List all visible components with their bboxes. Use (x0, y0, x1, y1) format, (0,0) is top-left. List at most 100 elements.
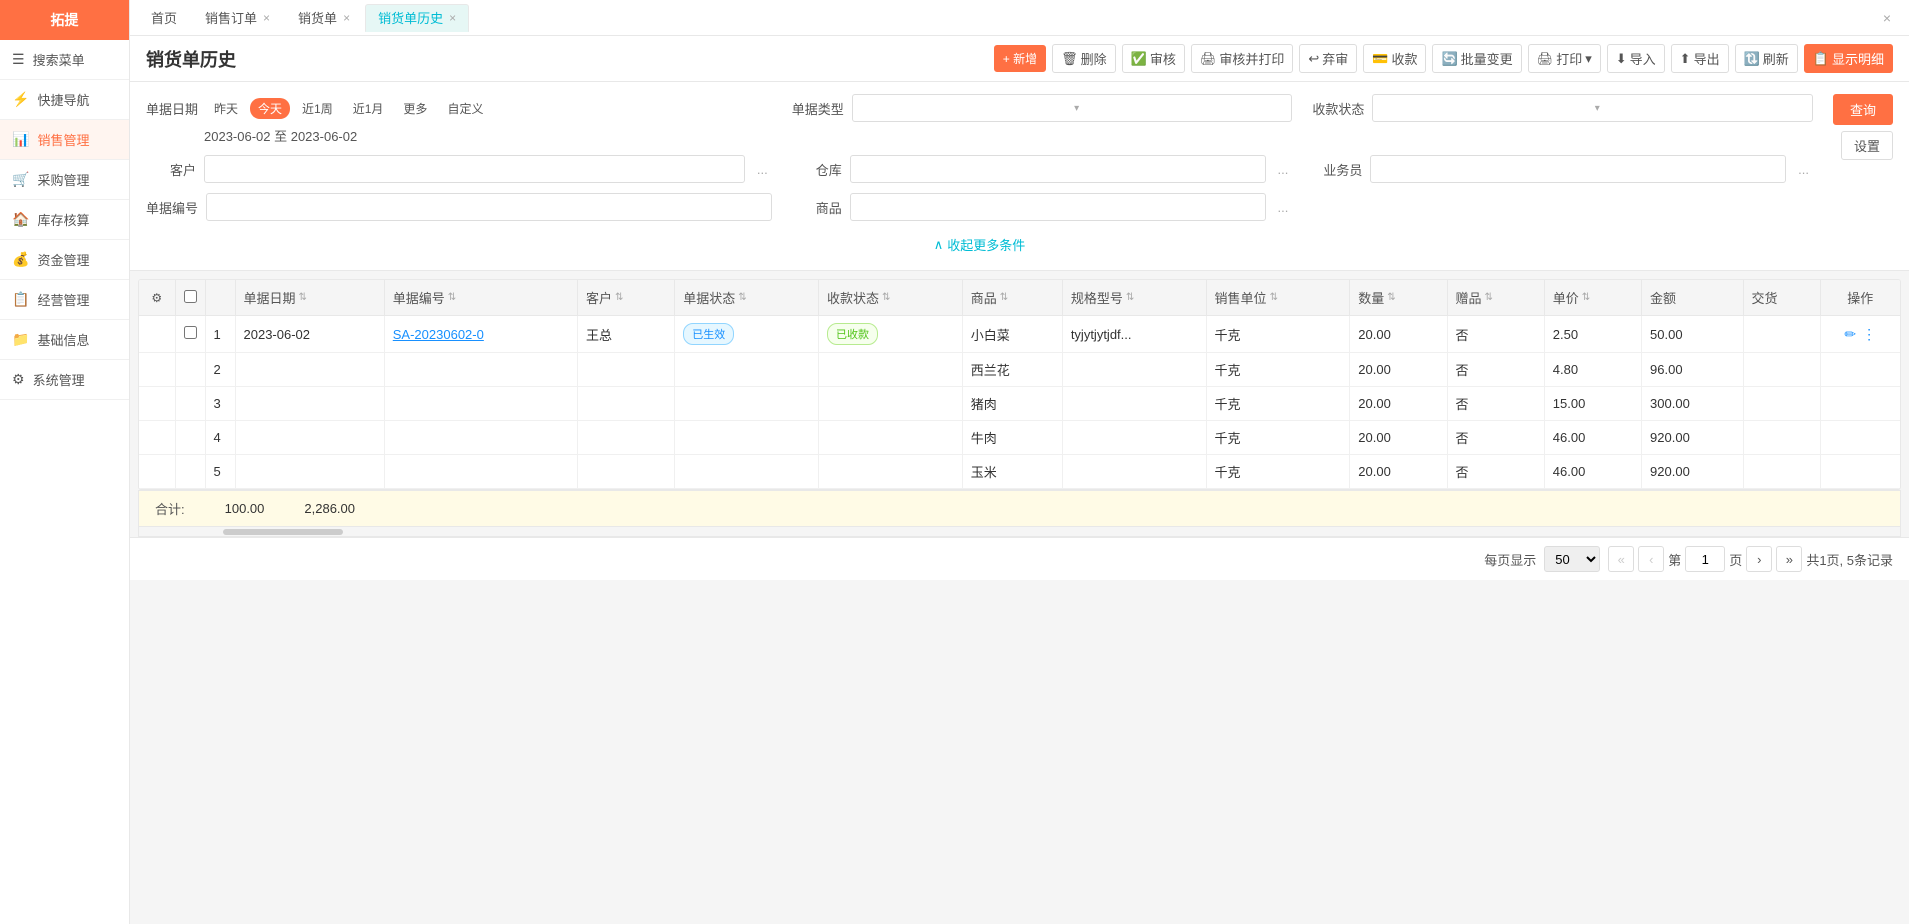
sidebar-item-quick-nav[interactable]: ⚡ 快捷导航 (0, 80, 129, 120)
sidebar-item-inventory[interactable]: 🏠 库存核算 (0, 200, 129, 240)
th-customer[interactable]: 客户 ⇅ (577, 280, 674, 316)
tab-close-all[interactable]: × (1883, 10, 1901, 26)
export-button[interactable]: ⬆ 导出 (1671, 44, 1729, 73)
table-header-row: ⚙ 单据日期 ⇅ 单据编号 ⇅ (139, 280, 1900, 316)
th-gift[interactable]: 赠品 ⇅ (1447, 280, 1544, 316)
td-gift-2: 否 (1447, 353, 1544, 387)
approve-print-button[interactable]: 🖨 审核并打印 (1191, 44, 1294, 73)
td-qty-5: 20.00 (1350, 455, 1447, 489)
page-first-button[interactable]: « (1608, 546, 1634, 572)
tab-sales-goods-close[interactable]: × (343, 11, 350, 25)
select-all-checkbox[interactable] (184, 290, 197, 303)
warehouse-input[interactable] (850, 155, 1266, 183)
sidebar-item-finance-mgmt[interactable]: 💰 资金管理 (0, 240, 129, 280)
batch-change-button[interactable]: 🔄 批量变更 (1432, 44, 1521, 73)
td-goods-5: 玉米 (962, 455, 1062, 489)
th-doc-date[interactable]: 单据日期 ⇅ (235, 280, 384, 316)
doc-no-link-1[interactable]: SA-20230602-0 (393, 327, 484, 342)
goods-input[interactable] (850, 193, 1266, 221)
sidebar-item-purchase-mgmt[interactable]: 🛒 采购管理 (0, 160, 129, 200)
tab-sales-order[interactable]: 销售订单 × (192, 4, 283, 32)
sidebar-item-basic-info[interactable]: 📁 基础信息 (0, 320, 129, 360)
customer-sort-icon: ⇅ (615, 292, 623, 303)
goods-dots-button[interactable]: ... (1274, 200, 1293, 215)
doc-type-dropdown[interactable]: ▾ (852, 94, 1293, 122)
sidebar-item-label: 库存核算 (37, 210, 89, 229)
delete-button[interactable]: 🗑 删除 (1052, 44, 1116, 73)
th-qty[interactable]: 数量 ⇅ (1350, 280, 1447, 316)
th-pay-status[interactable]: 收款状态 ⇅ (818, 280, 962, 316)
td-transaction-1 (1743, 316, 1820, 353)
th-gear[interactable]: ⚙ (139, 280, 175, 316)
date-yesterday[interactable]: 昨天 (206, 98, 246, 119)
date-today[interactable]: 今天 (250, 98, 290, 119)
page-prev-button[interactable]: ‹ (1638, 546, 1664, 572)
td-qty-1: 20.00 (1350, 316, 1447, 353)
th-action-label: 操作 (1847, 291, 1873, 306)
table-row: 3 猪肉 千克 20.00 否 15.00 300.00 (139, 387, 1900, 421)
pay-status-badge-1: 已收款 (827, 323, 878, 345)
import-button[interactable]: ⬇ 导入 (1607, 44, 1665, 73)
td-doc-no-1[interactable]: SA-20230602-0 (384, 316, 577, 353)
th-unit-price[interactable]: 单价 ⇅ (1544, 280, 1641, 316)
refresh-button[interactable]: 🔃 刷新 (1735, 44, 1798, 73)
th-spec[interactable]: 规格型号 ⇅ (1062, 280, 1206, 316)
th-goods[interactable]: 商品 ⇅ (962, 280, 1062, 316)
sidebar-item-biz-mgmt[interactable]: 📋 经营管理 (0, 280, 129, 320)
pay-status-dropdown[interactable]: ▾ (1372, 94, 1813, 122)
page-last-button[interactable]: » (1776, 546, 1802, 572)
scrollbar-thumb[interactable] (223, 529, 343, 535)
td-check-1[interactable] (175, 316, 205, 353)
print-button[interactable]: 🖨 打印 ▾ (1528, 44, 1601, 73)
th-unit[interactable]: 销售单位 ⇅ (1206, 280, 1350, 316)
sidebar-item-sales-mgmt[interactable]: 📊 销售管理 (0, 120, 129, 160)
td-unit-4: 千克 (1206, 421, 1350, 455)
finance-mgmt-icon: 💰 (12, 251, 29, 268)
abandon-button[interactable]: ↩ 弃审 (1299, 44, 1357, 73)
salesperson-input[interactable] (1370, 155, 1786, 183)
pay-status-arrow-icon: ▾ (1595, 103, 1804, 114)
collapse-filters-button[interactable]: ∧ 收起更多条件 (146, 231, 1813, 258)
td-action-2 (1820, 353, 1900, 387)
customer-dots-button[interactable]: ... (753, 162, 772, 177)
td-qty-2: 20.00 (1350, 353, 1447, 387)
sidebar-item-sys-mgmt[interactable]: ⚙ 系统管理 (0, 360, 129, 400)
display-detail-button[interactable]: 📋 显示明细 (1804, 44, 1893, 73)
more-icon-1[interactable]: ⋮ (1862, 326, 1876, 343)
tab-sales-order-close[interactable]: × (263, 11, 270, 25)
query-button[interactable]: 查询 (1833, 94, 1893, 125)
tab-sales-history[interactable]: 销货单历史 × (365, 4, 469, 32)
th-doc-no[interactable]: 单据编号 ⇅ (384, 280, 577, 316)
print-arrow-icon: ▾ (1585, 51, 1592, 67)
edit-icon-1[interactable]: ✏ (1844, 326, 1856, 343)
doc-no-input[interactable] (206, 193, 772, 221)
customer-input[interactable] (204, 155, 745, 183)
salesperson-dots-button[interactable]: ... (1794, 162, 1813, 177)
approve-button[interactable]: ✅ 审核 (1122, 44, 1185, 73)
warehouse-dots-button[interactable]: ... (1274, 162, 1293, 177)
row-checkbox-1[interactable] (184, 326, 197, 339)
date-more[interactable]: 更多 (395, 98, 435, 119)
sidebar-item-search-menu[interactable]: ☰ 搜索菜单 (0, 40, 129, 80)
pagination: 每页显示 50 100 200 « ‹ 第 页 › » 共1页, 5条记录 (130, 537, 1909, 580)
setting-button[interactable]: 设置 (1841, 131, 1893, 160)
sidebar-item-label: 基础信息 (37, 330, 89, 349)
date-custom[interactable]: 自定义 (439, 98, 491, 119)
per-page-label: 每页显示 (1484, 550, 1536, 569)
tab-sales-history-close[interactable]: × (449, 11, 456, 25)
page-next-button[interactable]: › (1746, 546, 1772, 572)
page-title: 销货单历史 (146, 46, 236, 72)
td-unit-2: 千克 (1206, 353, 1350, 387)
th-check[interactable] (175, 280, 205, 316)
date-last7[interactable]: 近1周 (294, 98, 341, 119)
td-doc-date-4 (235, 421, 384, 455)
new-button[interactable]: + 新增 (994, 45, 1046, 72)
collect-button[interactable]: 💳 收款 (1363, 44, 1426, 73)
date-last30[interactable]: 近1月 (345, 98, 392, 119)
tab-sales-goods[interactable]: 销货单 × (285, 4, 363, 32)
page-number-input[interactable] (1685, 546, 1725, 572)
tab-home[interactable]: 首页 (138, 4, 190, 32)
per-page-select[interactable]: 50 100 200 (1544, 546, 1600, 572)
approve-print-label: 审核并打印 (1219, 49, 1284, 68)
th-doc-status[interactable]: 单据状态 ⇅ (675, 280, 819, 316)
